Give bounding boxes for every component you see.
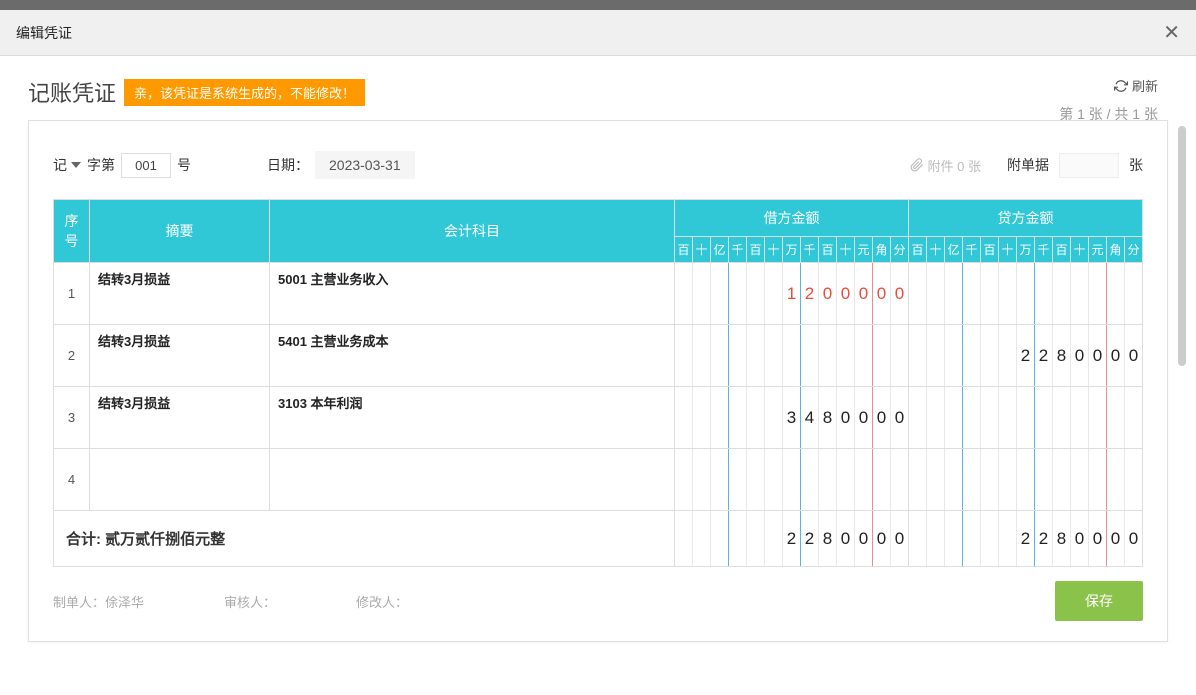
row-account[interactable]: 5001 主营业务收入 [270, 263, 675, 325]
warning-banner: 亲，该凭证是系统生成的，不能修改！ [124, 79, 365, 106]
col-account: 会计科目 [270, 200, 675, 263]
row-debit[interactable] [675, 325, 909, 387]
digit-header: 万 [783, 237, 801, 263]
digit-header: 百 [747, 237, 765, 263]
row-summary[interactable]: 结转3月损益 [90, 325, 270, 387]
digit-header: 十 [837, 237, 855, 263]
digit-header: 十 [1071, 237, 1089, 263]
refresh-button[interactable]: 刷新 [1114, 76, 1158, 95]
digit-header: 千 [963, 237, 981, 263]
close-icon[interactable]: ✕ [1163, 20, 1180, 45]
table-row[interactable]: 2结转3月损益5401 主营业务成本 2280000 [54, 325, 1143, 387]
modifier-field: 修改人： [356, 592, 408, 611]
zi-label-post: 号 [177, 155, 191, 175]
row-credit[interactable] [909, 449, 1143, 511]
digit-header: 角 [873, 237, 891, 263]
page-counter: 第 1 张 / 共 1 张 [1059, 104, 1158, 124]
footer-line: 制单人：俆泽华 审核人： 修改人： 保存 [53, 581, 1143, 621]
digit-header: 分 [1125, 237, 1143, 263]
row-account[interactable] [270, 449, 675, 511]
save-button[interactable]: 保存 [1055, 581, 1143, 621]
digit-header: 百 [819, 237, 837, 263]
date-picker[interactable]: 2023-03-31 [315, 151, 415, 179]
attachment-link[interactable]: 附件 0 张 [910, 156, 981, 175]
page-title: 记账凭证 [28, 76, 116, 108]
zi-label-pre: 字第 [87, 155, 115, 175]
paperclip-icon [910, 158, 924, 172]
row-summary[interactable]: 结转3月损益 [90, 387, 270, 449]
voucher-table: 序号 摘要 会计科目 借方金额 贷方金额 百十亿千百十万千百十元角分百十亿千百十… [53, 199, 1143, 567]
digit-header: 千 [1035, 237, 1053, 263]
refresh-icon [1114, 79, 1128, 93]
window-chrome-bar [0, 0, 1196, 10]
row-debit[interactable] [675, 449, 909, 511]
table-row[interactable]: 1结转3月损益5001 主营业务收入1200000 [54, 263, 1143, 325]
digit-header: 千 [729, 237, 747, 263]
row-summary[interactable] [90, 449, 270, 511]
total-debit: 2280000 [675, 511, 909, 567]
digit-header: 角 [1107, 237, 1125, 263]
row-seq: 1 [54, 263, 90, 325]
table-row[interactable]: 3结转3月损益3103 本年利润3480000 [54, 387, 1143, 449]
digit-header: 百 [981, 237, 999, 263]
maker-name: 俆泽华 [105, 595, 144, 610]
chevron-down-icon [71, 162, 81, 168]
table-row[interactable]: 4 [54, 449, 1143, 511]
col-summary: 摘要 [90, 200, 270, 263]
voucher-type-value: 记 [53, 155, 67, 175]
col-credit: 贷方金额 [909, 200, 1143, 237]
row-seq: 2 [54, 325, 90, 387]
col-debit: 借方金额 [675, 200, 909, 237]
digit-header: 万 [1017, 237, 1035, 263]
total-credit: 2280000 [909, 511, 1143, 567]
attach-doc-input[interactable] [1059, 153, 1119, 178]
voucher-card: 记 字第 号 日期： 2023-03-31 附件 0 张 附单据 张 [28, 120, 1168, 642]
attach-doc-label-pre: 附单据 [1007, 155, 1049, 175]
digit-header: 亿 [945, 237, 963, 263]
maker-label: 制单人： [53, 595, 105, 610]
voucher-number-input[interactable] [121, 153, 171, 178]
total-label: 合计: 贰万贰仟捌佰元整 [54, 511, 675, 567]
date-label: 日期： [267, 155, 309, 175]
digit-header: 元 [855, 237, 873, 263]
digit-header: 元 [1089, 237, 1107, 263]
row-seq: 3 [54, 387, 90, 449]
row-credit[interactable] [909, 263, 1143, 325]
modal-title: 编辑凭证 [16, 23, 72, 43]
row-account[interactable]: 3103 本年利润 [270, 387, 675, 449]
row-seq: 4 [54, 449, 90, 511]
refresh-label: 刷新 [1132, 76, 1158, 95]
digit-header: 百 [1053, 237, 1071, 263]
maker-field: 制单人：俆泽华 [53, 592, 144, 611]
total-row: 合计: 贰万贰仟捌佰元整22800002280000 [54, 511, 1143, 567]
digit-header: 百 [909, 237, 927, 263]
attach-doc-label-post: 张 [1129, 155, 1143, 175]
row-debit[interactable]: 3480000 [675, 387, 909, 449]
row-account[interactable]: 5401 主营业务成本 [270, 325, 675, 387]
digit-header: 十 [765, 237, 783, 263]
digit-header: 十 [927, 237, 945, 263]
digit-header: 分 [891, 237, 909, 263]
modal-header: 编辑凭证 ✕ [0, 10, 1196, 56]
digit-header: 十 [693, 237, 711, 263]
digit-header: 千 [801, 237, 819, 263]
scrollbar[interactable] [1178, 126, 1186, 366]
col-seq: 序号 [54, 200, 90, 263]
digit-header: 亿 [711, 237, 729, 263]
voucher-meta-row: 记 字第 号 日期： 2023-03-31 附件 0 张 附单据 张 [53, 151, 1143, 179]
attachment-count: 附件 0 张 [928, 156, 981, 175]
digit-header: 十 [999, 237, 1017, 263]
voucher-type-dropdown[interactable]: 记 [53, 155, 81, 175]
row-debit[interactable]: 1200000 [675, 263, 909, 325]
digit-header: 百 [675, 237, 693, 263]
auditor-field: 审核人： [224, 592, 276, 611]
row-credit[interactable] [909, 387, 1143, 449]
row-credit[interactable]: 2280000 [909, 325, 1143, 387]
row-summary[interactable]: 结转3月损益 [90, 263, 270, 325]
